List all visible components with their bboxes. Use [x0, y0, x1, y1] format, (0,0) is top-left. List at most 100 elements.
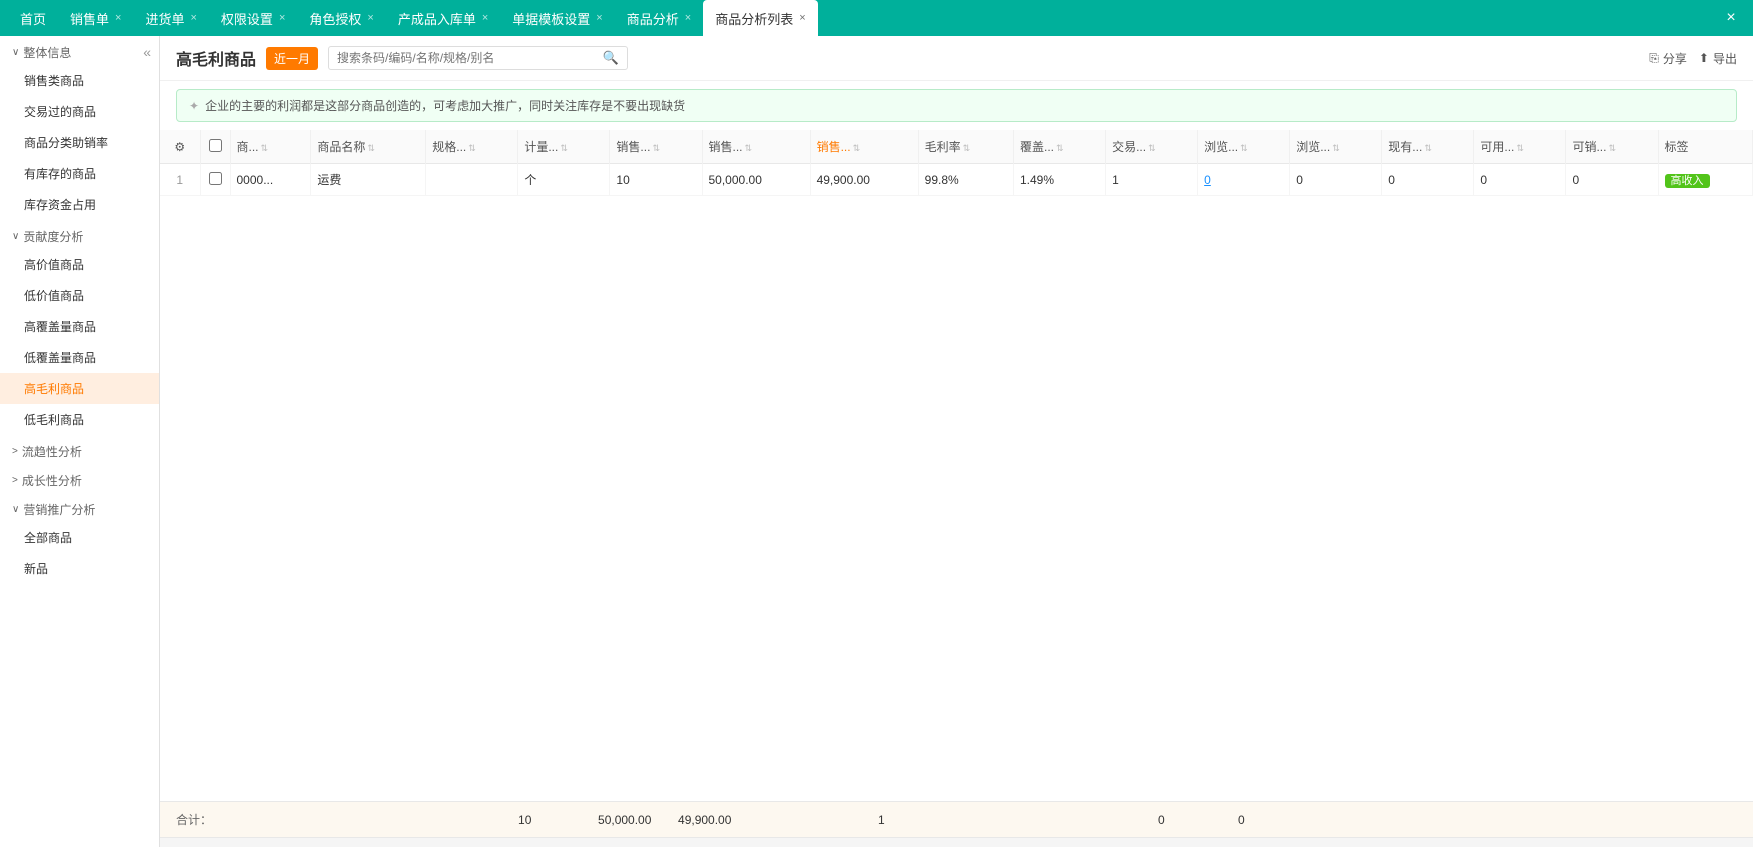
close-template-tab[interactable]: × [596, 12, 602, 24]
th-sales1[interactable]: 销售...⇅ [610, 130, 702, 164]
cell-tag: 高收入 [1658, 164, 1752, 196]
nav-role[interactable]: 角色授权 × [297, 0, 385, 36]
table-row: 1 0000... 运费 个 10 50,000.00 49,900.00 99… [160, 164, 1753, 196]
sidebar-item-high-value[interactable]: 高价值商品 [0, 249, 159, 280]
th-available[interactable]: 可用...⇅ [1474, 130, 1566, 164]
sidebar-item-new-goods[interactable]: 新品 [0, 553, 159, 584]
select-all-checkbox[interactable] [209, 139, 222, 152]
th-name[interactable]: 商品名称⇅ [311, 130, 426, 164]
sort-sales3[interactable]: ⇅ [853, 143, 861, 153]
row-checkbox[interactable] [209, 172, 222, 185]
th-unit[interactable]: 计量...⇅ [518, 130, 610, 164]
th-browse1[interactable]: 浏览...⇅ [1198, 130, 1290, 164]
filter-month-button[interactable]: 近一月 [266, 47, 318, 70]
sidebar-group-overall[interactable]: ∨ 整体信息 [0, 36, 159, 65]
close-permission-tab[interactable]: × [279, 12, 285, 24]
close-product-in-tab[interactable]: × [482, 12, 488, 24]
sort-browse1[interactable]: ⇅ [1240, 143, 1248, 153]
sidebar-item-low-coverage[interactable]: 低覆盖量商品 [0, 342, 159, 373]
table-footer: 合计： 10 50,000.00 49,900.00 1 0 0 [160, 801, 1753, 837]
th-code[interactable]: 商...⇅ [230, 130, 311, 164]
cell-sales2: 50,000.00 [702, 164, 810, 196]
cell-coverage: 1.49% [1013, 164, 1105, 196]
close-role-tab[interactable]: × [367, 12, 373, 24]
th-settings[interactable]: ⚙ [160, 130, 200, 164]
th-spec[interactable]: 规格...⇅ [426, 130, 518, 164]
data-table-container[interactable]: ⚙ 商...⇅ 商品名称⇅ 规格...⇅ 计量...⇅ 销售...⇅ 销售...… [160, 130, 1753, 801]
sidebar-group-marketing[interactable]: ∨ 营销推广分析 [0, 493, 159, 522]
nav-permission[interactable]: 权限设置 × [209, 0, 297, 36]
close-sales-tab[interactable]: × [115, 12, 121, 24]
sort-transaction[interactable]: ⇅ [1148, 143, 1156, 153]
th-checkbox[interactable] [200, 130, 230, 164]
sort-sales1[interactable]: ⇅ [652, 143, 660, 153]
th-sellable[interactable]: 可销...⇅ [1566, 130, 1658, 164]
footer-available-val: 0 [1232, 813, 1312, 827]
th-sales2[interactable]: 销售...⇅ [702, 130, 810, 164]
close-purchase-tab[interactable]: × [190, 12, 196, 24]
cell-browse1[interactable]: 0 [1198, 164, 1290, 196]
browse1-link[interactable]: 0 [1204, 173, 1211, 187]
nav-purchase[interactable]: 进货单 × [133, 0, 208, 36]
sidebar-item-all-goods[interactable]: 全部商品 [0, 522, 159, 553]
close-analysis-tab[interactable]: × [685, 12, 691, 24]
sort-unit[interactable]: ⇅ [560, 143, 568, 153]
sidebar-item-stock-funds[interactable]: 库存资金占用 [0, 189, 159, 220]
group-trend-arrow: > [12, 446, 18, 457]
th-gross-rate[interactable]: 毛利率⇅ [918, 130, 1013, 164]
th-sales3[interactable]: 销售...⇅ [810, 130, 918, 164]
info-icon: ✦ [189, 99, 199, 113]
nav-sales[interactable]: 销售单 × [58, 0, 133, 36]
search-box[interactable]: 🔍 [328, 46, 628, 70]
sort-gross[interactable]: ⇅ [963, 143, 971, 153]
cell-code[interactable]: 0000... [230, 164, 311, 196]
cell-checkbox[interactable] [200, 164, 230, 196]
search-input[interactable] [337, 51, 603, 65]
nav-home[interactable]: 首页 [8, 0, 58, 36]
th-transaction[interactable]: 交易...⇅ [1106, 130, 1198, 164]
search-icon: 🔍 [603, 50, 619, 66]
sort-name[interactable]: ⇅ [367, 143, 375, 153]
export-icon: ⬆ [1699, 51, 1709, 65]
sidebar-item-low-value[interactable]: 低价值商品 [0, 280, 159, 311]
sidebar-item-traded-goods[interactable]: 交易过的商品 [0, 96, 159, 127]
sort-sales2[interactable]: ⇅ [745, 143, 753, 153]
sort-sellable[interactable]: ⇅ [1608, 143, 1616, 153]
sort-spec[interactable]: ⇅ [468, 143, 476, 153]
cell-spec [426, 164, 518, 196]
nav-analysis[interactable]: 商品分析 × [615, 0, 703, 36]
horizontal-scrollbar[interactable] [160, 837, 1753, 847]
group-marketing-arrow: ∨ [12, 504, 19, 515]
sidebar-item-category-rate[interactable]: 商品分类助销率 [0, 127, 159, 158]
close-analysis-list-tab[interactable]: × [799, 12, 805, 24]
footer-sales3-val: 49,900.00 [672, 813, 752, 827]
sidebar-group-contribution[interactable]: ∨ 贡献度分析 [0, 220, 159, 249]
sidebar-item-sales-goods[interactable]: 销售类商品 [0, 65, 159, 96]
sort-code[interactable]: ⇅ [261, 143, 269, 153]
sidebar-item-high-coverage[interactable]: 高覆盖量商品 [0, 311, 159, 342]
sort-browse2[interactable]: ⇅ [1332, 143, 1340, 153]
nav-analysis-list[interactable]: 商品分析列表 × [703, 0, 817, 36]
sidebar-item-low-margin[interactable]: 低毛利商品 [0, 404, 159, 435]
th-coverage[interactable]: 覆盖...⇅ [1013, 130, 1105, 164]
nav-template[interactable]: 单据模板设置 × [500, 0, 614, 36]
sidebar-collapse-button[interactable]: « [143, 44, 151, 60]
sidebar-group-trend[interactable]: > 流趋性分析 [0, 435, 159, 464]
nav-product-in[interactable]: 产成品入库单 × [386, 0, 500, 36]
sidebar-group-growth[interactable]: > 成长性分析 [0, 464, 159, 493]
sidebar: « ∨ 整体信息 销售类商品 交易过的商品 商品分类助销率 有库存的商品 库存资… [0, 36, 160, 847]
export-button[interactable]: ⬆ 导出 [1699, 50, 1737, 67]
footer-transaction-val: 1 [872, 813, 952, 827]
sort-coverage[interactable]: ⇅ [1056, 143, 1064, 153]
th-tag[interactable]: 标签 [1658, 130, 1752, 164]
share-button[interactable]: ⎘ 分享 [1649, 50, 1687, 67]
th-current[interactable]: 现有...⇅ [1382, 130, 1474, 164]
sidebar-item-high-margin[interactable]: 高毛利商品 [0, 373, 159, 404]
main-content: 高毛利商品 近一月 🔍 ⎘ 分享 ⬆ 导出 ✦ 企业的主要的利润都是这部分商品创… [160, 36, 1753, 847]
sidebar-item-stock-goods[interactable]: 有库存的商品 [0, 158, 159, 189]
content-header: 高毛利商品 近一月 🔍 ⎘ 分享 ⬆ 导出 [160, 36, 1753, 81]
th-browse2[interactable]: 浏览...⇅ [1290, 130, 1382, 164]
sort-current[interactable]: ⇅ [1424, 143, 1432, 153]
close-window-button[interactable]: × [1717, 4, 1745, 32]
sort-available[interactable]: ⇅ [1516, 143, 1524, 153]
